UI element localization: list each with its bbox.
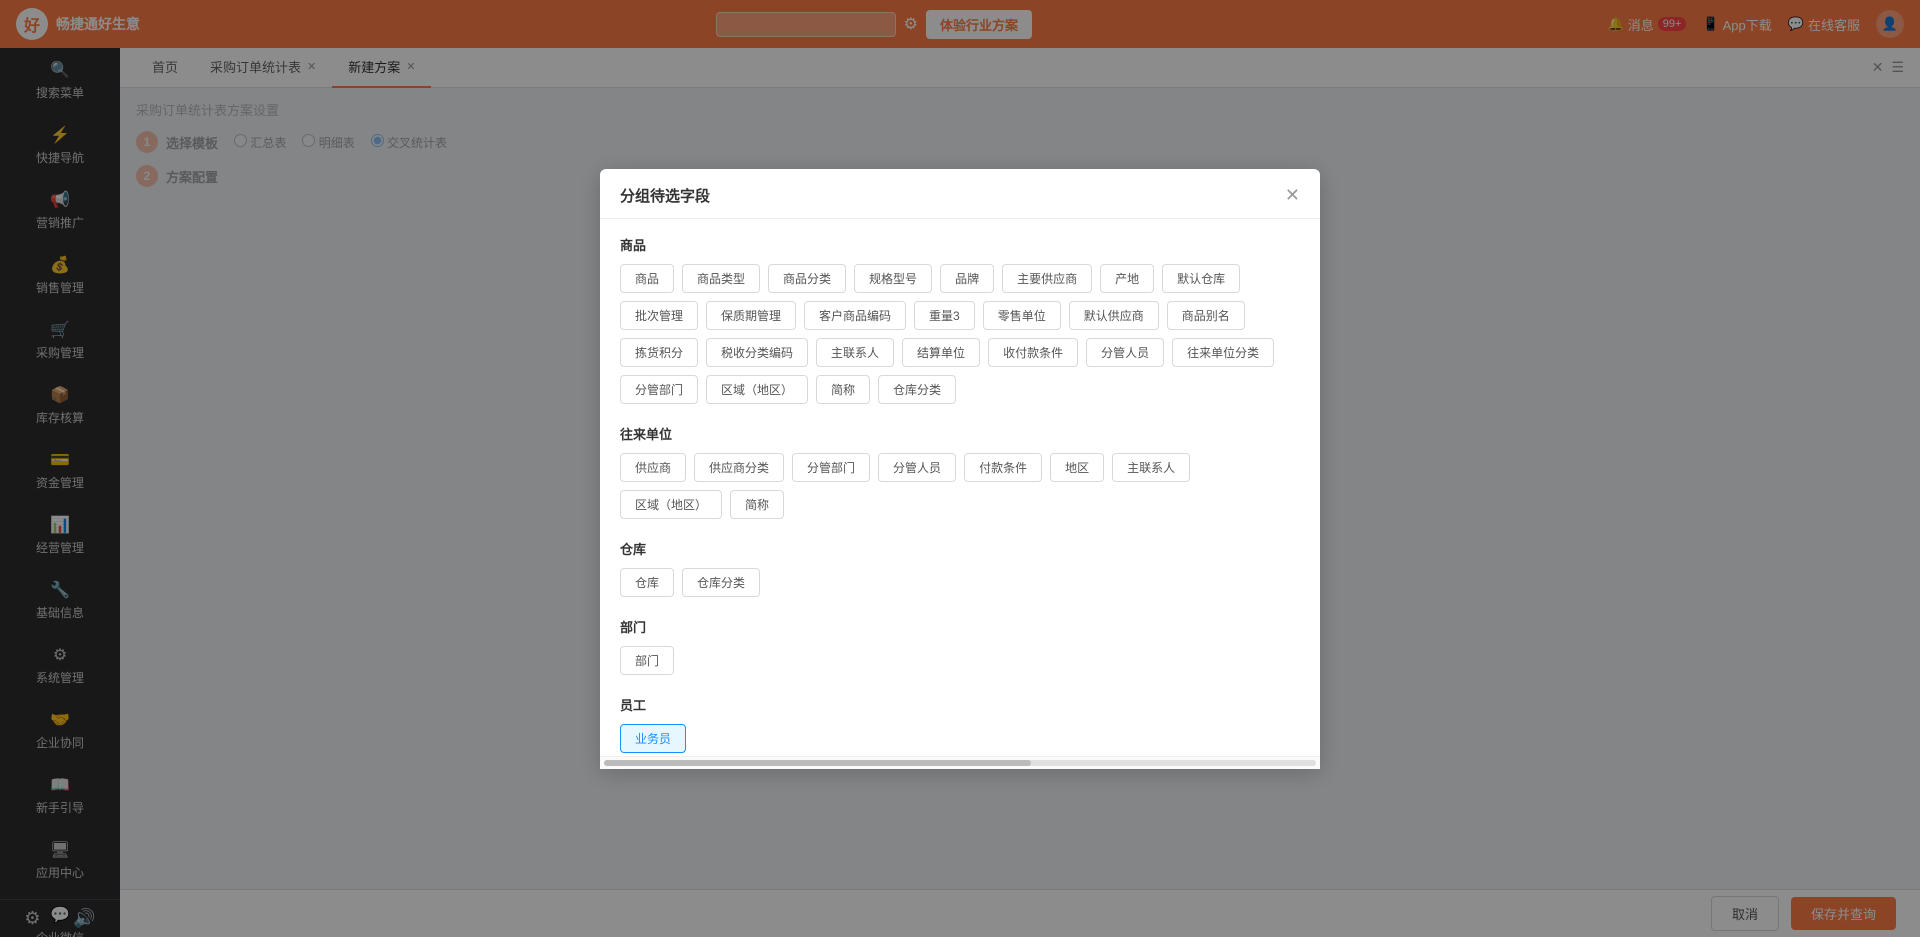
section-title-department: 部门	[620, 617, 1300, 636]
section-warehouse: 仓库仓库仓库分类	[620, 539, 1300, 597]
field-tag-goods-16[interactable]: 税收分类编码	[706, 338, 808, 367]
field-tag-goods-17[interactable]: 主联系人	[816, 338, 894, 367]
field-tags-goods: 商品商品类型商品分类规格型号品牌主要供应商产地默认仓库批次管理保质期管理客户商品…	[620, 264, 1300, 404]
modal-header: 分组待选字段 ✕	[600, 169, 1320, 219]
field-tag-partner-4[interactable]: 付款条件	[964, 453, 1042, 482]
field-tag-partner-2[interactable]: 分管部门	[792, 453, 870, 482]
field-tag-partner-3[interactable]: 分管人员	[878, 453, 956, 482]
field-tag-goods-18[interactable]: 结算单位	[902, 338, 980, 367]
modal-bottom-scrollbar[interactable]	[600, 756, 1320, 769]
field-tag-goods-0[interactable]: 商品	[620, 264, 674, 293]
field-tag-goods-21[interactable]: 往来单位分类	[1172, 338, 1274, 367]
field-tag-partner-6[interactable]: 主联系人	[1112, 453, 1190, 482]
field-tag-goods-15[interactable]: 拣货积分	[620, 338, 698, 367]
section-title-goods: 商品	[620, 235, 1300, 254]
section-staff: 员工业务员	[620, 695, 1300, 753]
field-tag-goods-20[interactable]: 分管人员	[1086, 338, 1164, 367]
field-tag-goods-2[interactable]: 商品分类	[768, 264, 846, 293]
section-partner: 往来单位供应商供应商分类分管部门分管人员付款条件地区主联系人区域（地区） 简称	[620, 424, 1300, 519]
field-tag-goods-25[interactable]: 仓库分类	[878, 375, 956, 404]
field-tag-goods-19[interactable]: 收付款条件	[988, 338, 1078, 367]
section-goods: 商品商品商品类型商品分类规格型号品牌主要供应商产地默认仓库批次管理保质期管理客户…	[620, 235, 1300, 404]
field-tag-goods-7[interactable]: 默认仓库	[1162, 264, 1240, 293]
field-tags-warehouse: 仓库仓库分类	[620, 568, 1300, 597]
field-tag-partner-5[interactable]: 地区	[1050, 453, 1104, 482]
section-department: 部门部门	[620, 617, 1300, 675]
field-tag-goods-5[interactable]: 主要供应商	[1002, 264, 1092, 293]
field-tag-goods-9[interactable]: 保质期管理	[706, 301, 796, 330]
section-title-staff: 员工	[620, 695, 1300, 714]
field-tag-partner-7[interactable]: 区域（地区）	[620, 490, 722, 519]
field-tag-partner-0[interactable]: 供应商	[620, 453, 686, 482]
field-tags-department: 部门	[620, 646, 1300, 675]
field-tag-goods-13[interactable]: 默认供应商	[1069, 301, 1159, 330]
modal-body: 商品商品商品类型商品分类规格型号品牌主要供应商产地默认仓库批次管理保质期管理客户…	[600, 219, 1320, 756]
field-tag-goods-12[interactable]: 零售单位	[983, 301, 1061, 330]
field-tags-staff: 业务员	[620, 724, 1300, 753]
field-tag-goods-23[interactable]: 区域（地区）	[706, 375, 808, 404]
field-tag-goods-3[interactable]: 规格型号	[854, 264, 932, 293]
field-tags-partner: 供应商供应商分类分管部门分管人员付款条件地区主联系人区域（地区） 简称	[620, 453, 1300, 519]
modal-title: 分组待选字段	[620, 185, 710, 206]
field-tag-warehouse-1[interactable]: 仓库分类	[682, 568, 760, 597]
modal-dialog: 分组待选字段 ✕ 商品商品商品类型商品分类规格型号品牌主要供应商产地默认仓库批次…	[600, 169, 1320, 769]
field-tag-goods-1[interactable]: 商品类型	[682, 264, 760, 293]
section-title-warehouse: 仓库	[620, 539, 1300, 558]
field-tag-goods-24[interactable]: 简称	[816, 375, 870, 404]
modal-overlay: 分组待选字段 ✕ 商品商品商品类型商品分类规格型号品牌主要供应商产地默认仓库批次…	[0, 0, 1920, 937]
field-tag-partner-1[interactable]: 供应商分类	[694, 453, 784, 482]
field-tag-goods-22[interactable]: 分管部门	[620, 375, 698, 404]
field-tag-goods-8[interactable]: 批次管理	[620, 301, 698, 330]
field-tag-department-0[interactable]: 部门	[620, 646, 674, 675]
field-tag-goods-14[interactable]: 商品别名	[1167, 301, 1245, 330]
field-tag-goods-4[interactable]: 品牌	[940, 264, 994, 293]
field-tag-goods-6[interactable]: 产地	[1100, 264, 1154, 293]
field-tag-staff-0[interactable]: 业务员	[620, 724, 686, 753]
field-tag-warehouse-0[interactable]: 仓库	[620, 568, 674, 597]
field-tag-goods-11[interactable]: 重量3	[914, 301, 975, 330]
modal-close-btn[interactable]: ✕	[1285, 185, 1300, 206]
field-tag-goods-10[interactable]: 客户商品编码	[804, 301, 906, 330]
field-tag-partner-8[interactable]: 简称	[730, 490, 784, 519]
section-title-partner: 往来单位	[620, 424, 1300, 443]
